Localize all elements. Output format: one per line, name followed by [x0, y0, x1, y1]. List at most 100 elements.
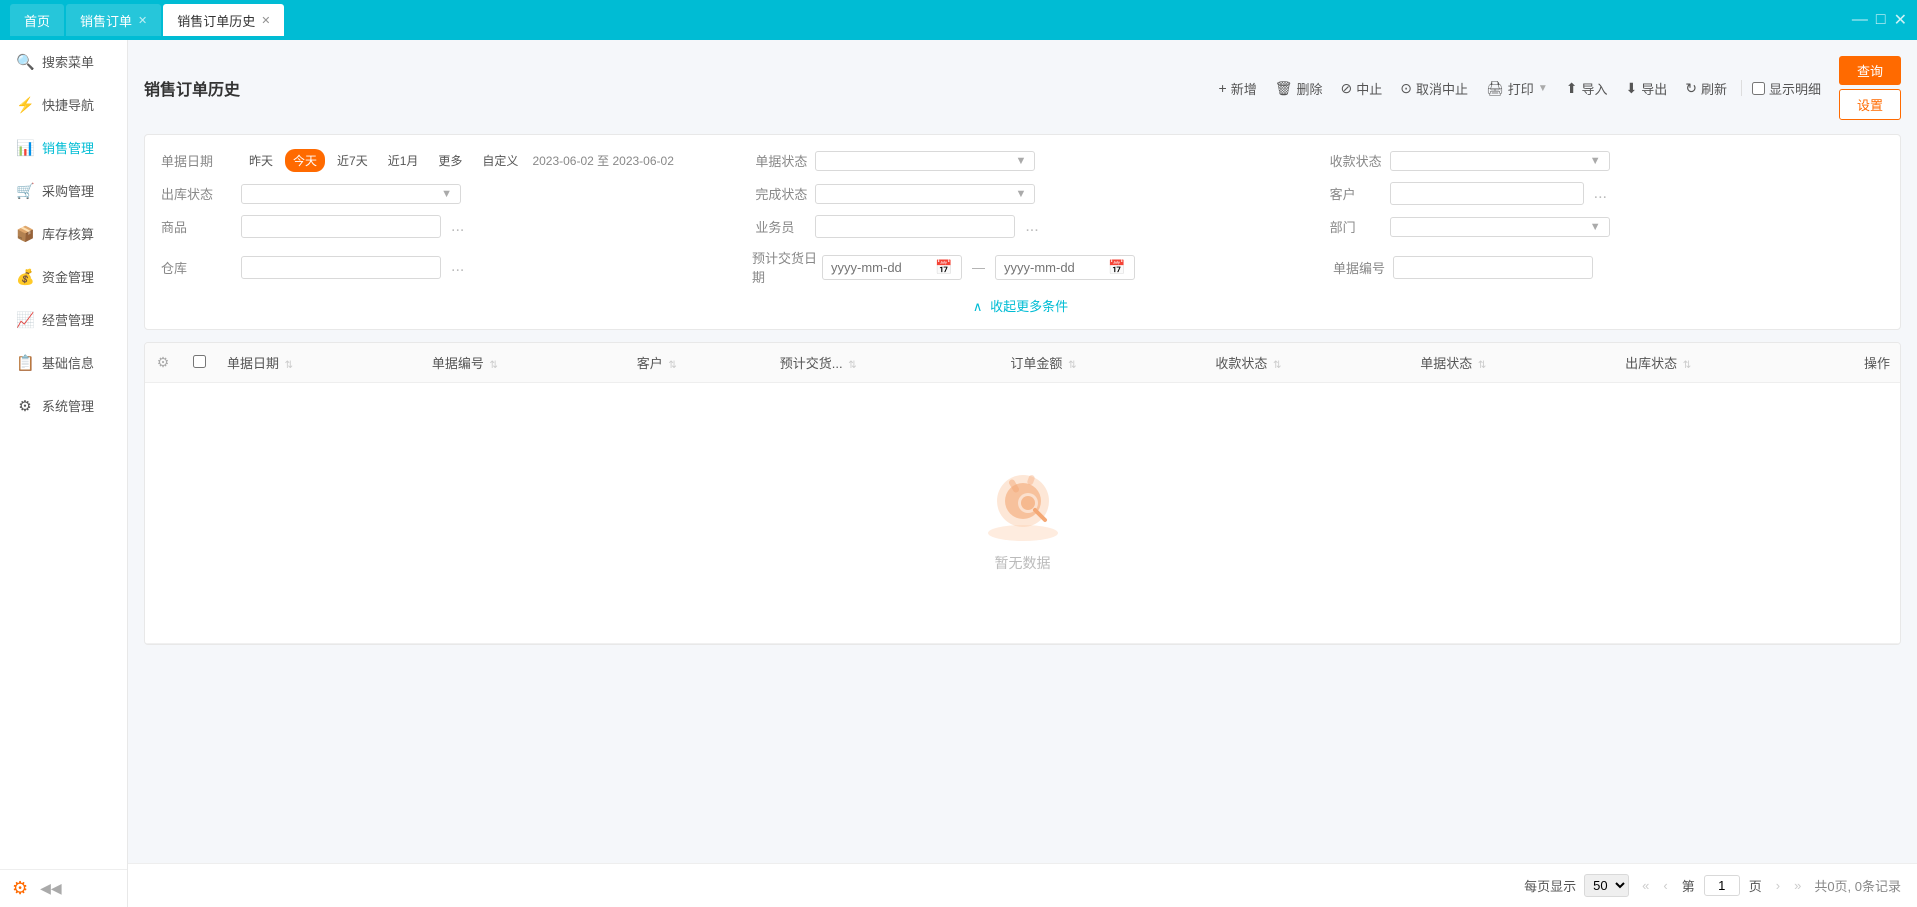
salesperson-dots-button[interactable]: ... [1025, 218, 1038, 236]
sidebar-item-quick-nav[interactable]: ⚡ 快捷导航 [0, 83, 127, 126]
sidebar-item-purchase-label: 采购管理 [42, 181, 94, 200]
department-select[interactable]: ▼ [1390, 217, 1610, 237]
th-bill-sort[interactable]: ⇅ [1478, 360, 1486, 371]
th-number-label: 单据编号 [432, 356, 484, 371]
date-btn-more[interactable]: 更多 [430, 149, 470, 172]
bill-status-select[interactable]: ▼ [815, 151, 1035, 171]
salesperson-input[interactable] [824, 219, 1006, 234]
sidebar-settings-icon[interactable]: ⚙ [12, 878, 28, 899]
query-button[interactable]: 查询 [1839, 56, 1901, 85]
window-close-button[interactable]: ✕ [1894, 10, 1907, 30]
add-icon: + [1219, 80, 1227, 96]
table-settings-icon[interactable]: ⚙ [157, 354, 170, 370]
payment-status-select[interactable]: ▼ [1390, 151, 1610, 171]
th-date-sort[interactable]: ⇅ [285, 360, 293, 371]
bill-number-label: 单据编号 [1313, 258, 1393, 277]
th-number-sort[interactable]: ⇅ [490, 360, 498, 371]
expected-date-from[interactable] [831, 260, 931, 275]
date-btn-yesterday[interactable]: 昨天 [241, 149, 281, 172]
delivery-status-arrow: ▼ [441, 188, 452, 200]
sidebar-item-finance[interactable]: 💰 资金管理 [0, 255, 127, 298]
customer-dots-button[interactable]: ... [1594, 185, 1607, 203]
expected-date-to-box: 📅 [995, 255, 1135, 280]
export-button[interactable]: ⬇ 导出 [1621, 79, 1671, 98]
next-button[interactable]: › [1771, 876, 1785, 895]
import-button[interactable]: ⬆ 导入 [1562, 79, 1612, 98]
export-icon: ⬇ [1625, 80, 1637, 97]
top-bar: 首页 销售订单 ✕ 销售订单历史 ✕ — □ ✕ [0, 0, 1917, 40]
calendar-to-icon[interactable]: 📅 [1108, 259, 1125, 276]
tab-sales-order-close[interactable]: ✕ [138, 14, 147, 27]
th-amount-sort[interactable]: ⇅ [1068, 360, 1076, 371]
th-payment-sort[interactable]: ⇅ [1273, 360, 1281, 371]
expected-date-to[interactable] [1004, 260, 1104, 275]
tab-sales-order[interactable]: 销售订单 ✕ [66, 4, 161, 36]
sales-icon: 📊 [16, 139, 34, 157]
warehouse-input[interactable] [250, 260, 432, 275]
select-all-checkbox[interactable] [193, 355, 206, 368]
tab-sales-order-history[interactable]: 销售订单历史 ✕ [163, 4, 284, 36]
th-customer: 客户 ⇅ [627, 343, 770, 383]
sidebar-item-basic[interactable]: 📋 基础信息 [0, 341, 127, 384]
table-footer: 每页显示 50 « ‹ 第 页 › » 共0页, 0条记录 [128, 863, 1917, 907]
th-amount-label: 订单金额 [1010, 356, 1062, 371]
calendar-from-icon[interactable]: 📅 [935, 259, 952, 276]
cancel-stop-button[interactable]: ⊙ 取消中止 [1396, 79, 1472, 98]
tab-home[interactable]: 首页 [10, 4, 64, 36]
th-expected-sort[interactable]: ⇅ [848, 360, 856, 371]
sidebar: 🔍 搜索菜单 ⚡ 快捷导航 📊 销售管理 🛒 采购管理 📦 库存核算 💰 资金管… [0, 40, 128, 907]
cancel-stop-icon: ⊙ [1400, 80, 1412, 97]
product-dots-button[interactable]: ... [451, 218, 464, 236]
sidebar-item-inventory[interactable]: 📦 库存核算 [0, 212, 127, 255]
payment-status-label: 收款状态 [1310, 151, 1390, 170]
delivery-status-select[interactable]: ▼ [241, 184, 461, 204]
stop-button[interactable]: ⊘ 中止 [1337, 79, 1387, 98]
delete-icon: 🗑 [1275, 80, 1293, 97]
settings-button[interactable]: 设置 [1839, 89, 1901, 120]
customer-input[interactable] [1399, 186, 1575, 201]
add-button[interactable]: + 新增 [1215, 79, 1261, 98]
sidebar-item-sales[interactable]: 📊 销售管理 [0, 126, 127, 169]
th-payment: 收款状态 ⇅ [1205, 343, 1410, 383]
date-btn-1month[interactable]: 近1月 [380, 149, 427, 172]
product-input-box [241, 215, 441, 238]
tab-sales-order-history-close[interactable]: ✕ [261, 14, 270, 27]
sidebar-item-purchase[interactable]: 🛒 采购管理 [0, 169, 127, 212]
date-label: 单据日期 [161, 151, 241, 170]
sidebar-item-search[interactable]: 🔍 搜索菜单 [0, 40, 127, 83]
sidebar-item-sales-label: 销售管理 [42, 138, 94, 157]
show-details-checkbox[interactable]: 显示明细 [1752, 79, 1821, 98]
bill-number-input[interactable] [1402, 260, 1584, 275]
date-btn-today[interactable]: 今天 [285, 149, 325, 172]
sidebar-item-system[interactable]: ⚙ 系统管理 [0, 384, 127, 427]
complete-status-select[interactable]: ▼ [815, 184, 1035, 204]
product-input[interactable] [250, 219, 432, 234]
th-customer-sort[interactable]: ⇅ [668, 360, 676, 371]
sidebar-item-finance-label: 资金管理 [42, 267, 94, 286]
filter-card: 单据日期 昨天 今天 近7天 近1月 更多 自定义 2023-06-02 至 2… [144, 134, 1901, 330]
sidebar-collapse-icon[interactable]: ◀◀ [40, 880, 62, 897]
collapse-row[interactable]: ∧ 收起更多条件 [161, 296, 1884, 315]
sidebar-item-operations[interactable]: 📈 经营管理 [0, 298, 127, 341]
next-next-button[interactable]: » [1789, 876, 1806, 895]
refresh-button[interactable]: ↻ 刷新 [1681, 79, 1731, 98]
th-delivery: 出库状态 ⇅ [1615, 343, 1820, 383]
search-icon: 🔍 [16, 53, 34, 71]
per-page-select[interactable]: 50 [1584, 874, 1629, 897]
window-max-button[interactable]: □ [1876, 11, 1886, 29]
window-actions: — □ ✕ [1852, 10, 1907, 30]
content-area: 销售订单历史 + 新增 🗑 删除 ⊘ 中止 ⊙ [128, 40, 1917, 907]
window-min-button[interactable]: — [1852, 11, 1868, 29]
delete-button[interactable]: 🗑 删除 [1271, 79, 1327, 98]
prev-prev-button[interactable]: « [1637, 876, 1654, 895]
warehouse-dots-button[interactable]: ... [451, 258, 464, 276]
complete-status-label: 完成状态 [735, 184, 815, 203]
page-input[interactable] [1704, 875, 1740, 896]
print-button[interactable]: 🖨 打印 ▼ [1482, 79, 1552, 98]
prev-button[interactable]: ‹ [1658, 876, 1672, 895]
payment-status-arrow: ▼ [1590, 155, 1601, 167]
date-btn-custom[interactable]: 自定义 [474, 149, 526, 172]
show-details-input[interactable] [1752, 82, 1765, 95]
date-btn-7days[interactable]: 近7天 [329, 149, 376, 172]
th-delivery-sort[interactable]: ⇅ [1683, 360, 1691, 371]
